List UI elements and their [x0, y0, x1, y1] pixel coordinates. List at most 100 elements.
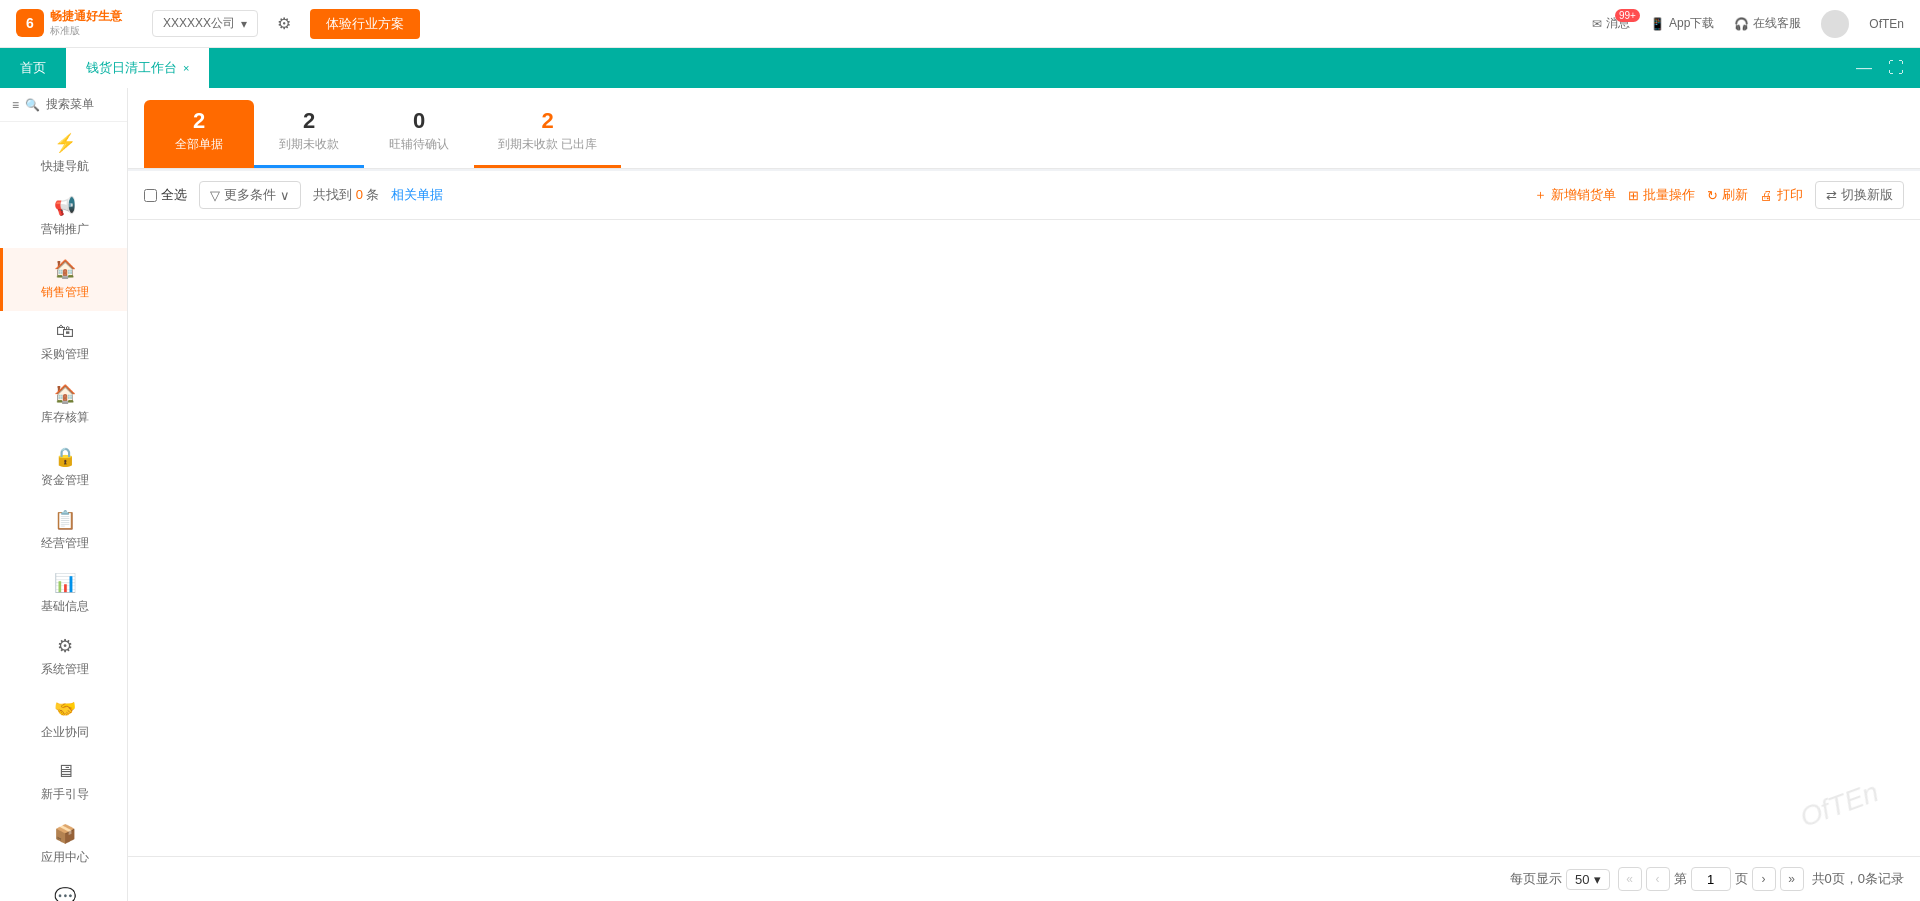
stat-tab-all[interactable]: 2 全部单据: [144, 100, 254, 168]
inventory-label: 库存核算: [41, 409, 89, 426]
found-count: 0: [356, 187, 363, 202]
next-page-btn[interactable]: ›: [1752, 867, 1776, 891]
stat-tab-wangwang[interactable]: 0 旺辅待确认: [364, 100, 474, 168]
header-right: ✉ 消息 99+ 📱 App下载 🎧 在线客服 OfTEn: [1592, 10, 1904, 38]
footer-pagination: 每页显示 50 ▾ « ‹ 第 页 › » 共0页，0条记录: [128, 856, 1920, 901]
per-page-value: 50: [1575, 872, 1589, 887]
stat-wangwang-number: 0: [388, 108, 450, 134]
purchase-icon: 🛍: [56, 321, 74, 342]
company-selector[interactable]: XXXXXX公司 ▾: [152, 10, 258, 37]
stat-overdue-number: 2: [278, 108, 340, 134]
stat-tab-overdue-out[interactable]: 2 到期未收款 已出库: [474, 100, 621, 168]
print-btn[interactable]: 🖨 打印: [1760, 186, 1803, 204]
sidebar-item-operations[interactable]: 📋 经营管理: [0, 499, 127, 562]
filter-label: 更多条件: [224, 186, 276, 204]
sidebar-item-guide[interactable]: 🖥 新手引导: [0, 751, 127, 813]
page-nav: « ‹ 第 页 › »: [1618, 867, 1804, 891]
home-tab-label: 首页: [20, 59, 46, 77]
tab-home[interactable]: 首页: [0, 48, 66, 88]
finance-label: 资金管理: [41, 472, 89, 489]
sidebar-item-purchase[interactable]: 🛍 采购管理: [0, 311, 127, 373]
company-dropdown-icon: ▾: [241, 17, 247, 31]
basic-info-label: 基础信息: [41, 598, 89, 615]
stat-all-number: 2: [168, 108, 230, 134]
checkbox-input[interactable]: [144, 189, 157, 202]
switch-icon: ⇄: [1826, 188, 1837, 203]
select-all-label: 全选: [161, 186, 187, 204]
stats-tabs: 2 全部单据 2 到期未收款 0 旺辅待确认 2 到期未收款 已出库: [128, 88, 1920, 169]
active-tab-label: 钱货日清工作台: [86, 59, 177, 77]
avatar[interactable]: [1821, 10, 1849, 38]
batch-icon: ⊞: [1628, 188, 1639, 203]
logo-text-area: 畅捷通好生意 标准版: [50, 9, 122, 37]
experience-btn[interactable]: 体验行业方案: [310, 9, 420, 39]
switch-version-btn[interactable]: ⇄ 切换新版: [1815, 181, 1904, 209]
settings-icon[interactable]: ⚙: [270, 10, 298, 38]
batch-label: 批量操作: [1643, 186, 1695, 204]
refresh-btn[interactable]: ↻ 刷新: [1707, 186, 1748, 204]
system-label: 系统管理: [41, 661, 89, 678]
page-label: 第: [1674, 870, 1687, 888]
tab-maximize-btn[interactable]: ⛶: [1884, 56, 1908, 80]
message-item[interactable]: ✉ 消息 99+: [1592, 15, 1630, 32]
wechat-icon: 💬: [54, 886, 76, 901]
sidebar-item-inventory[interactable]: 🏠 库存核算: [0, 373, 127, 436]
sales-icon: 🏠: [54, 258, 76, 280]
search-icon: ≡: [12, 98, 19, 112]
refresh-icon: ↻: [1707, 188, 1718, 203]
sidebar-search[interactable]: ≡ 🔍 搜索菜单: [0, 88, 127, 122]
app-download-label: App下载: [1669, 15, 1714, 32]
per-page-dropdown[interactable]: 50 ▾: [1566, 869, 1609, 890]
sidebar-item-marketing[interactable]: 📢 营销推广: [0, 185, 127, 248]
tab-nav: 首页 钱货日清工作台 × — ⛶: [0, 48, 1920, 88]
switch-label: 切换新版: [1841, 186, 1893, 204]
content-area: 2 全部单据 2 到期未收款 0 旺辅待确认 2 到期未收款 已出库 全选: [128, 88, 1920, 901]
sidebar-item-sales[interactable]: 🏠 销售管理: [0, 248, 127, 311]
page-size-select: 每页显示 50 ▾: [1510, 869, 1609, 890]
phone-icon: 📱: [1650, 17, 1665, 31]
tab-minimize-btn[interactable]: —: [1852, 56, 1876, 80]
found-prefix: 共找到: [313, 187, 352, 202]
sales-label: 销售管理: [41, 284, 89, 301]
tab-work-platform[interactable]: 钱货日清工作台 ×: [66, 48, 209, 88]
finance-icon: 🔒: [54, 446, 76, 468]
main-layout: ≡ 🔍 搜索菜单 ⚡ 快捷导航 📢 营销推广 🏠 销售管理 🛍 采购管理 🏠 库…: [0, 88, 1920, 901]
username: OfTEn: [1869, 17, 1904, 31]
tab-close-icon[interactable]: ×: [183, 62, 189, 74]
add-icon: ＋: [1534, 186, 1547, 204]
sidebar-item-quick-nav[interactable]: ⚡ 快捷导航: [0, 122, 127, 185]
filter-icon: ▽: [210, 188, 220, 203]
filter-button[interactable]: ▽ 更多条件 ∨: [199, 181, 301, 209]
quick-nav-label: 快捷导航: [41, 158, 89, 175]
sidebar-item-finance[interactable]: 🔒 资金管理: [0, 436, 127, 499]
message-icon: ✉: [1592, 17, 1602, 31]
online-service-label: 在线客服: [1753, 15, 1801, 32]
pagination-summary: 共0页，0条记录: [1812, 870, 1904, 888]
sidebar-item-basic-info[interactable]: 📊 基础信息: [0, 562, 127, 625]
enterprise-icon: 🤝: [54, 698, 76, 720]
stat-tab-overdue[interactable]: 2 到期未收款: [254, 100, 364, 168]
select-all-checkbox[interactable]: 全选: [144, 186, 187, 204]
per-page-chevron: ▾: [1594, 872, 1601, 887]
add-sales-btn[interactable]: ＋ 新增销货单: [1534, 186, 1616, 204]
page-input[interactable]: [1691, 867, 1731, 891]
sidebar-item-wechat[interactable]: 💬 企业微信: [0, 876, 127, 901]
per-page-label: 每页显示: [1510, 870, 1562, 888]
logo-area: 6 畅捷通好生意 标准版: [16, 9, 144, 37]
last-page-btn[interactable]: »: [1780, 867, 1804, 891]
related-docs-link[interactable]: 相关单据: [391, 186, 443, 204]
batch-operation-btn[interactable]: ⊞ 批量操作: [1628, 186, 1695, 204]
table-area: [128, 220, 1920, 856]
online-service-item[interactable]: 🎧 在线客服: [1734, 15, 1801, 32]
guide-icon: 🖥: [56, 761, 74, 782]
sidebar-item-enterprise[interactable]: 🤝 企业协同: [0, 688, 127, 751]
stat-all-label: 全部单据: [168, 136, 230, 153]
sidebar-item-app-center[interactable]: 📦 应用中心: [0, 813, 127, 876]
app-download-item[interactable]: 📱 App下载: [1650, 15, 1714, 32]
prev-page-btn[interactable]: ‹: [1646, 867, 1670, 891]
sidebar-item-system[interactable]: ⚙ 系统管理: [0, 625, 127, 688]
guide-label: 新手引导: [41, 786, 89, 803]
first-page-btn[interactable]: «: [1618, 867, 1642, 891]
stat-overdue-out-number: 2: [498, 108, 597, 134]
page-suffix: 页: [1735, 870, 1748, 888]
